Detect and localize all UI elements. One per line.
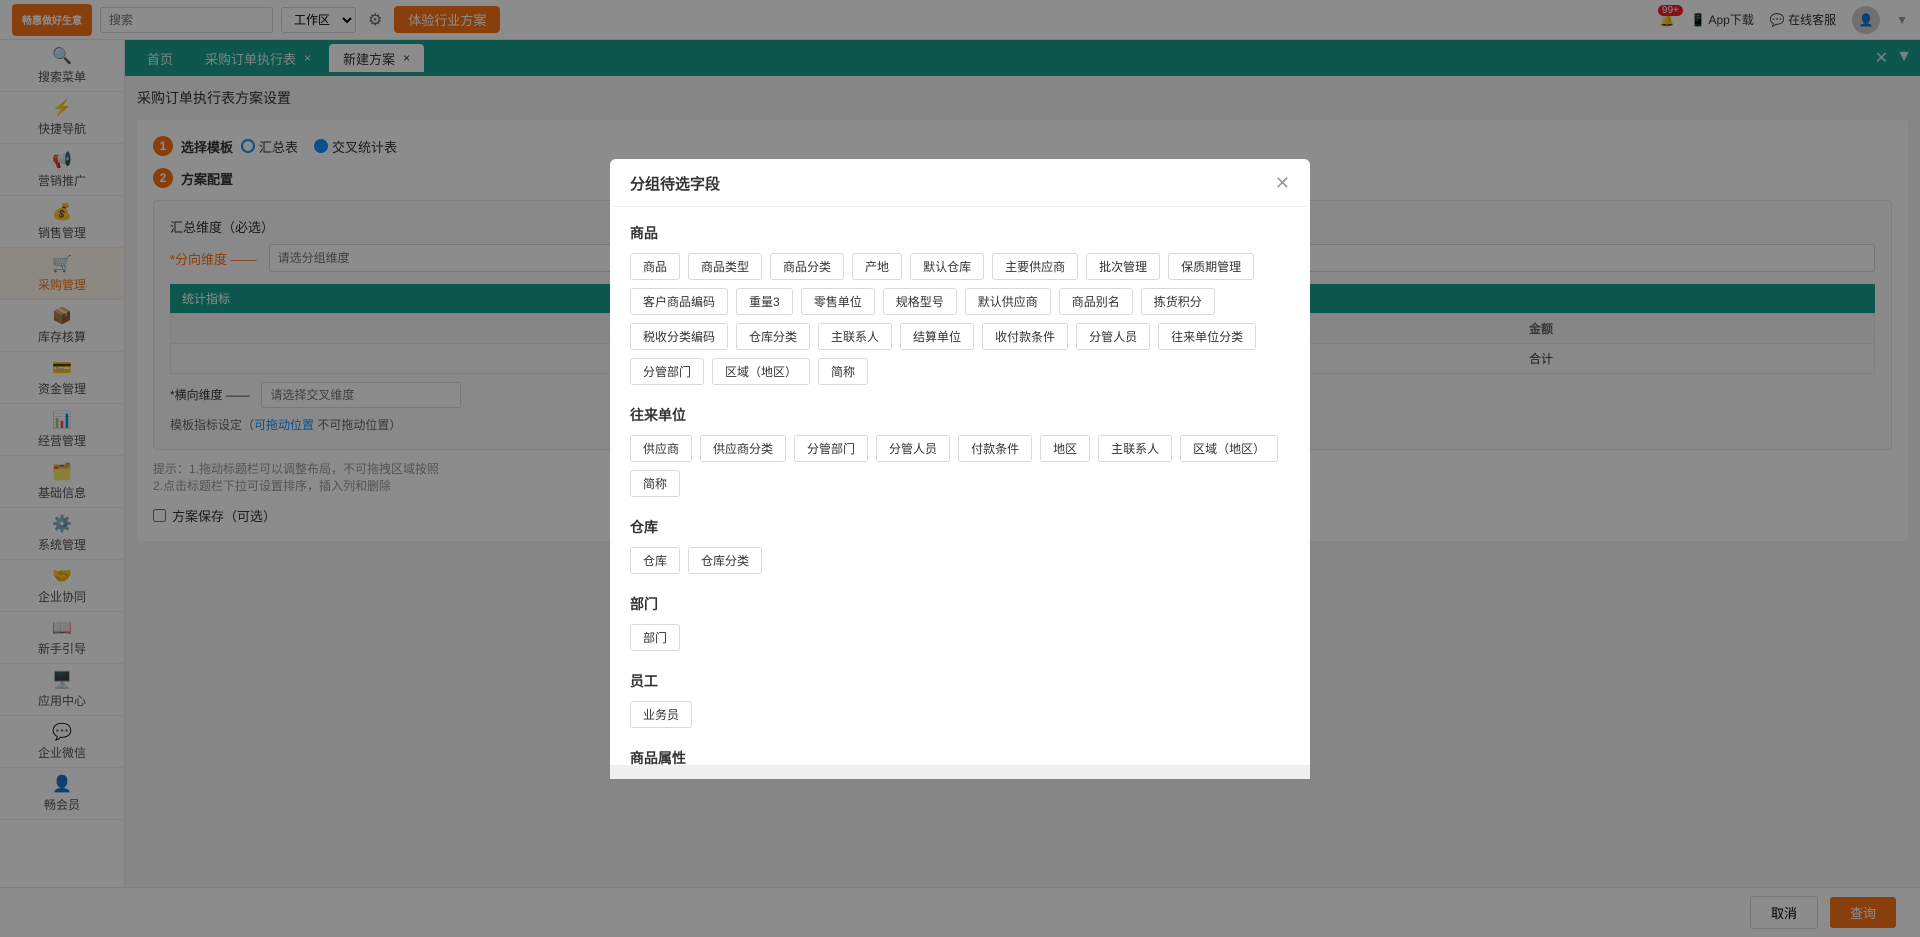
field-tags-部门: 部门 <box>630 624 1290 651</box>
modal-scrollbar-track <box>610 772 1310 779</box>
field-tag[interactable]: 分管部门 <box>794 435 868 462</box>
modal-close-button[interactable]: ✕ <box>1275 173 1290 194</box>
section-title-部门: 部门 <box>630 594 1290 614</box>
field-tag[interactable]: 区域（地区） <box>712 358 810 385</box>
field-tag[interactable]: 供应商 <box>630 435 692 462</box>
field-tag[interactable]: 拣货积分 <box>1141 288 1215 315</box>
field-tag[interactable]: 商品 <box>630 253 680 280</box>
section-商品: 商品商品商品类型商品分类产地默认仓库主要供应商批次管理保质期管理客户商品编码重量… <box>630 223 1290 385</box>
modal-dialog: 分组待选字段 ✕ 商品商品商品类型商品分类产地默认仓库主要供应商批次管理保质期管… <box>610 159 1310 779</box>
field-tag[interactable]: 重量3 <box>736 288 793 315</box>
field-tag[interactable]: 规格型号 <box>883 288 957 315</box>
field-tag[interactable]: 往来单位分类 <box>1158 323 1256 350</box>
field-tags-商品: 商品商品类型商品分类产地默认仓库主要供应商批次管理保质期管理客户商品编码重量3 零… <box>630 253 1290 385</box>
section-部门: 部门部门 <box>630 594 1290 651</box>
section-title-往来单位: 往来单位 <box>630 405 1290 425</box>
section-商品属性: 商品属性属性颜色多规格尺码鞋码1 <box>630 748 1290 766</box>
field-tag[interactable]: 付款条件 <box>958 435 1032 462</box>
field-tag[interactable]: 仓库分类 <box>688 547 762 574</box>
field-tag[interactable]: 简称 <box>818 358 868 385</box>
field-tag[interactable]: 批次管理 <box>1086 253 1160 280</box>
field-tag[interactable]: 区域（地区） <box>1180 435 1278 462</box>
section-title-商品: 商品 <box>630 223 1290 243</box>
field-tag[interactable]: 供应商分类 <box>700 435 786 462</box>
section-title-员工: 员工 <box>630 671 1290 691</box>
field-tag[interactable]: 分管人员 <box>1076 323 1150 350</box>
field-tag[interactable]: 分管人员 <box>876 435 950 462</box>
section-仓库: 仓库仓库仓库分类 <box>630 517 1290 574</box>
field-tag[interactable]: 税收分类编码 <box>630 323 728 350</box>
field-tag[interactable]: 默认供应商 <box>965 288 1051 315</box>
field-tag[interactable]: 收付款条件 <box>982 323 1068 350</box>
modal-title: 分组待选字段 <box>630 173 720 194</box>
field-tag[interactable]: 默认仓库 <box>910 253 984 280</box>
field-tag[interactable]: 商品别名 <box>1059 288 1133 315</box>
field-tag[interactable]: 地区 <box>1040 435 1090 462</box>
field-tag[interactable]: 分管部门 <box>630 358 704 385</box>
modal-body: 商品商品商品类型商品分类产地默认仓库主要供应商批次管理保质期管理客户商品编码重量… <box>610 207 1310 766</box>
field-tag[interactable]: 主联系人 <box>818 323 892 350</box>
field-tag[interactable]: 零售单位 <box>801 288 875 315</box>
field-tags-员工: 业务员 <box>630 701 1290 728</box>
field-tag[interactable]: 结算单位 <box>900 323 974 350</box>
field-tag[interactable]: 简称 <box>630 470 680 497</box>
field-tags-仓库: 仓库仓库分类 <box>630 547 1290 574</box>
field-tags-往来单位: 供应商供应商分类分管部门分管人员付款条件地区主联系人区域（地区） 简称 <box>630 435 1290 497</box>
field-tag[interactable]: 部门 <box>630 624 680 651</box>
field-tag[interactable]: 主要供应商 <box>992 253 1078 280</box>
field-tag[interactable]: 仓库 <box>630 547 680 574</box>
modal-overlay: 分组待选字段 ✕ 商品商品商品类型商品分类产地默认仓库主要供应商批次管理保质期管… <box>0 0 1920 937</box>
field-tag[interactable]: 业务员 <box>630 701 692 728</box>
field-tag[interactable]: 客户商品编码 <box>630 288 728 315</box>
section-title-仓库: 仓库 <box>630 517 1290 537</box>
field-tag[interactable]: 仓库分类 <box>736 323 810 350</box>
field-tag[interactable]: 商品分类 <box>770 253 844 280</box>
section-title-商品属性: 商品属性 <box>630 748 1290 766</box>
modal-header: 分组待选字段 ✕ <box>610 159 1310 207</box>
section-员工: 员工业务员 <box>630 671 1290 728</box>
field-tag[interactable]: 产地 <box>852 253 902 280</box>
field-tag[interactable]: 主联系人 <box>1098 435 1172 462</box>
field-tag[interactable]: 保质期管理 <box>1168 253 1254 280</box>
field-tag[interactable]: 商品类型 <box>688 253 762 280</box>
section-往来单位: 往来单位供应商供应商分类分管部门分管人员付款条件地区主联系人区域（地区） 简称 <box>630 405 1290 497</box>
